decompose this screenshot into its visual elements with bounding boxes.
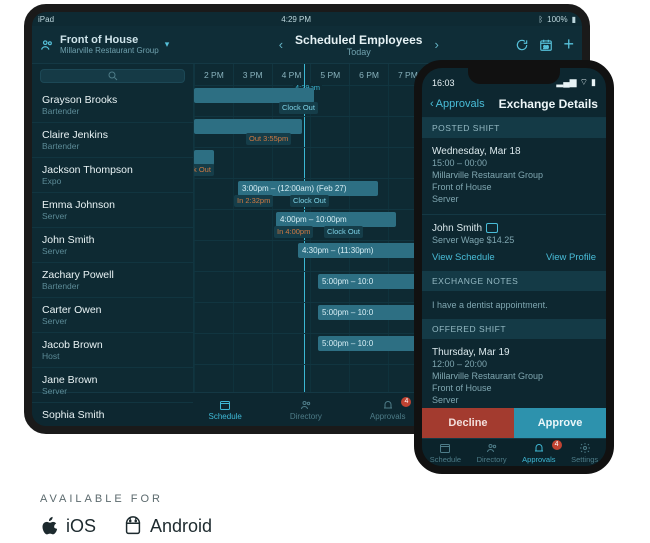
bluetooth-icon: ᛒ (538, 15, 543, 24)
chevron-down-icon: ▾ (165, 39, 170, 50)
employee-row[interactable]: Zachary PowellBartender (32, 263, 193, 298)
ipad-header: Front of House Millarville Restaurant Gr… (32, 26, 582, 64)
exchange-notes: I have a dentist appointment. (432, 299, 596, 311)
ios-platform: iOS (40, 515, 96, 537)
location-sub: Millarville Restaurant Group (60, 46, 159, 55)
iphone-header: ‹ Approvals Exchange Details (422, 90, 606, 118)
section-offered-shift: OFFERED SHIFT (422, 319, 606, 339)
prev-day-button[interactable]: ‹ (279, 37, 283, 52)
back-button[interactable]: ‹ Approvals (430, 98, 485, 110)
approve-button[interactable]: Approve (514, 408, 606, 438)
location-picker[interactable]: Front of House Millarville Restaurant Gr… (40, 34, 202, 55)
employee-row[interactable]: John SmithServer (32, 228, 193, 263)
posted-shift-person: John Smith Server Wage $14.25 View Sched… (422, 215, 606, 271)
signal-icon: ▂▄▆ (556, 77, 576, 88)
view-schedule-link[interactable]: View Schedule (432, 252, 495, 263)
shift-bar[interactable]: 3:00pm – (12:00am) (Feb 27) (238, 181, 378, 196)
tab-directory[interactable]: Directory (290, 399, 322, 421)
action-buttons: Decline Approve Schedule Directory Appro… (422, 408, 606, 466)
android-platform: Android (122, 515, 212, 537)
people-icon (486, 442, 498, 454)
refresh-icon[interactable] (515, 38, 529, 52)
employee-row[interactable]: Carter OwenServer (32, 298, 193, 333)
tab-settings[interactable]: Settings (571, 442, 598, 464)
approvals-badge: 4 (552, 440, 562, 450)
shift-tag: Out 3:55pm (246, 133, 291, 145)
apple-icon (40, 515, 60, 537)
iphone-device: 16:03 ▂▄▆ ⌔ ▮ ‹ Approvals Exchange Detai… (414, 60, 614, 474)
decline-button[interactable]: Decline (422, 408, 514, 438)
calendar-icon (219, 399, 231, 411)
next-day-button[interactable]: › (434, 37, 438, 52)
shift-tag: Clock Out (290, 195, 329, 207)
shift-bar[interactable] (194, 150, 214, 165)
status-time: 16:03 (432, 78, 455, 88)
employee-row[interactable]: Sophia Smith (32, 403, 193, 428)
tab-approvals[interactable]: Approvals 4 (370, 399, 406, 421)
people-icon (300, 399, 312, 411)
tab-approvals[interactable]: Approvals 4 (522, 442, 555, 464)
employee-row[interactable]: Jacob BrownHost (32, 333, 193, 368)
calendar-icon (439, 442, 451, 454)
approvals-badge: 4 (401, 397, 411, 407)
section-exchange-notes: EXCHANGE NOTES (422, 271, 606, 291)
search-input[interactable] (40, 69, 185, 83)
shift-tag: Clock Out (324, 226, 363, 238)
posted-shift-detail: Wednesday, Mar 18 15:00 – 00:00 Millarvi… (422, 138, 606, 214)
battery-icon: ▮ (591, 77, 596, 88)
chat-icon[interactable] (486, 223, 498, 233)
date-picker[interactable]: Scheduled Employees Today (295, 33, 422, 57)
calendar-icon[interactable]: 26 (539, 38, 553, 52)
employee-row[interactable]: Claire JenkinsBartender (32, 123, 193, 158)
section-posted-shift: POSTED SHIFT (422, 118, 606, 138)
header-subtitle: Today (295, 47, 422, 57)
battery-label: 100% (547, 15, 567, 24)
employee-row[interactable]: Grayson BrooksBartender (32, 88, 193, 123)
add-button[interactable]: + (563, 34, 574, 55)
device-label: iPad (38, 15, 54, 24)
shift-tag: k Out (194, 164, 214, 176)
chevron-left-icon: ‹ (430, 98, 434, 110)
ipad-status-bar: iPad 4:29 PM ᛒ 100% ▮ (32, 12, 582, 26)
shift-tag: In 4:00pm (274, 226, 313, 238)
search-icon (107, 70, 119, 82)
location-name: Front of House (60, 34, 159, 46)
employee-row[interactable]: Jackson ThompsonExpo (32, 158, 193, 193)
battery-icon: ▮ (572, 15, 576, 24)
status-time: 4:29 PM (281, 15, 311, 24)
tab-schedule[interactable]: Schedule (209, 399, 242, 421)
bell-icon (533, 442, 545, 454)
header-title: Scheduled Employees (295, 33, 422, 47)
tab-directory[interactable]: Directory (477, 442, 507, 464)
employee-row[interactable]: Jane BrownServer (32, 368, 193, 403)
wifi-icon: ⌔ (580, 77, 588, 88)
offered-shift-detail: Thursday, Mar 19 12:00 – 20:00 Millarvil… (422, 339, 606, 408)
people-icon (40, 38, 54, 52)
shift-bar[interactable] (194, 88, 314, 103)
shift-bar[interactable]: 4:00pm – 10:00pm (276, 212, 396, 227)
shift-tag: In 2:32pm (234, 195, 273, 207)
tab-schedule[interactable]: Schedule (430, 442, 461, 464)
screen-title: Exchange Details (499, 97, 598, 111)
employee-list: Grayson BrooksBartender Claire JenkinsBa… (32, 64, 194, 392)
gear-icon (579, 442, 591, 454)
notch (468, 68, 560, 84)
shift-bar[interactable]: 4:30pm – (11:30pm) (298, 243, 428, 258)
shift-tag: Clock Out (279, 102, 318, 114)
bell-icon (382, 399, 394, 411)
availability-footer: AVAILABLE FOR iOS Android (40, 493, 212, 537)
view-profile-link[interactable]: View Profile (546, 252, 596, 263)
employee-row[interactable]: Emma JohnsonServer (32, 193, 193, 228)
iphone-body[interactable]: POSTED SHIFT Wednesday, Mar 18 15:00 – 0… (422, 118, 606, 408)
available-for-label: AVAILABLE FOR (40, 493, 212, 505)
shift-bar[interactable] (194, 119, 302, 134)
svg-text:26: 26 (544, 44, 550, 49)
iphone-tab-bar: Schedule Directory Approvals 4 Settings (422, 438, 606, 466)
android-icon (122, 515, 144, 537)
